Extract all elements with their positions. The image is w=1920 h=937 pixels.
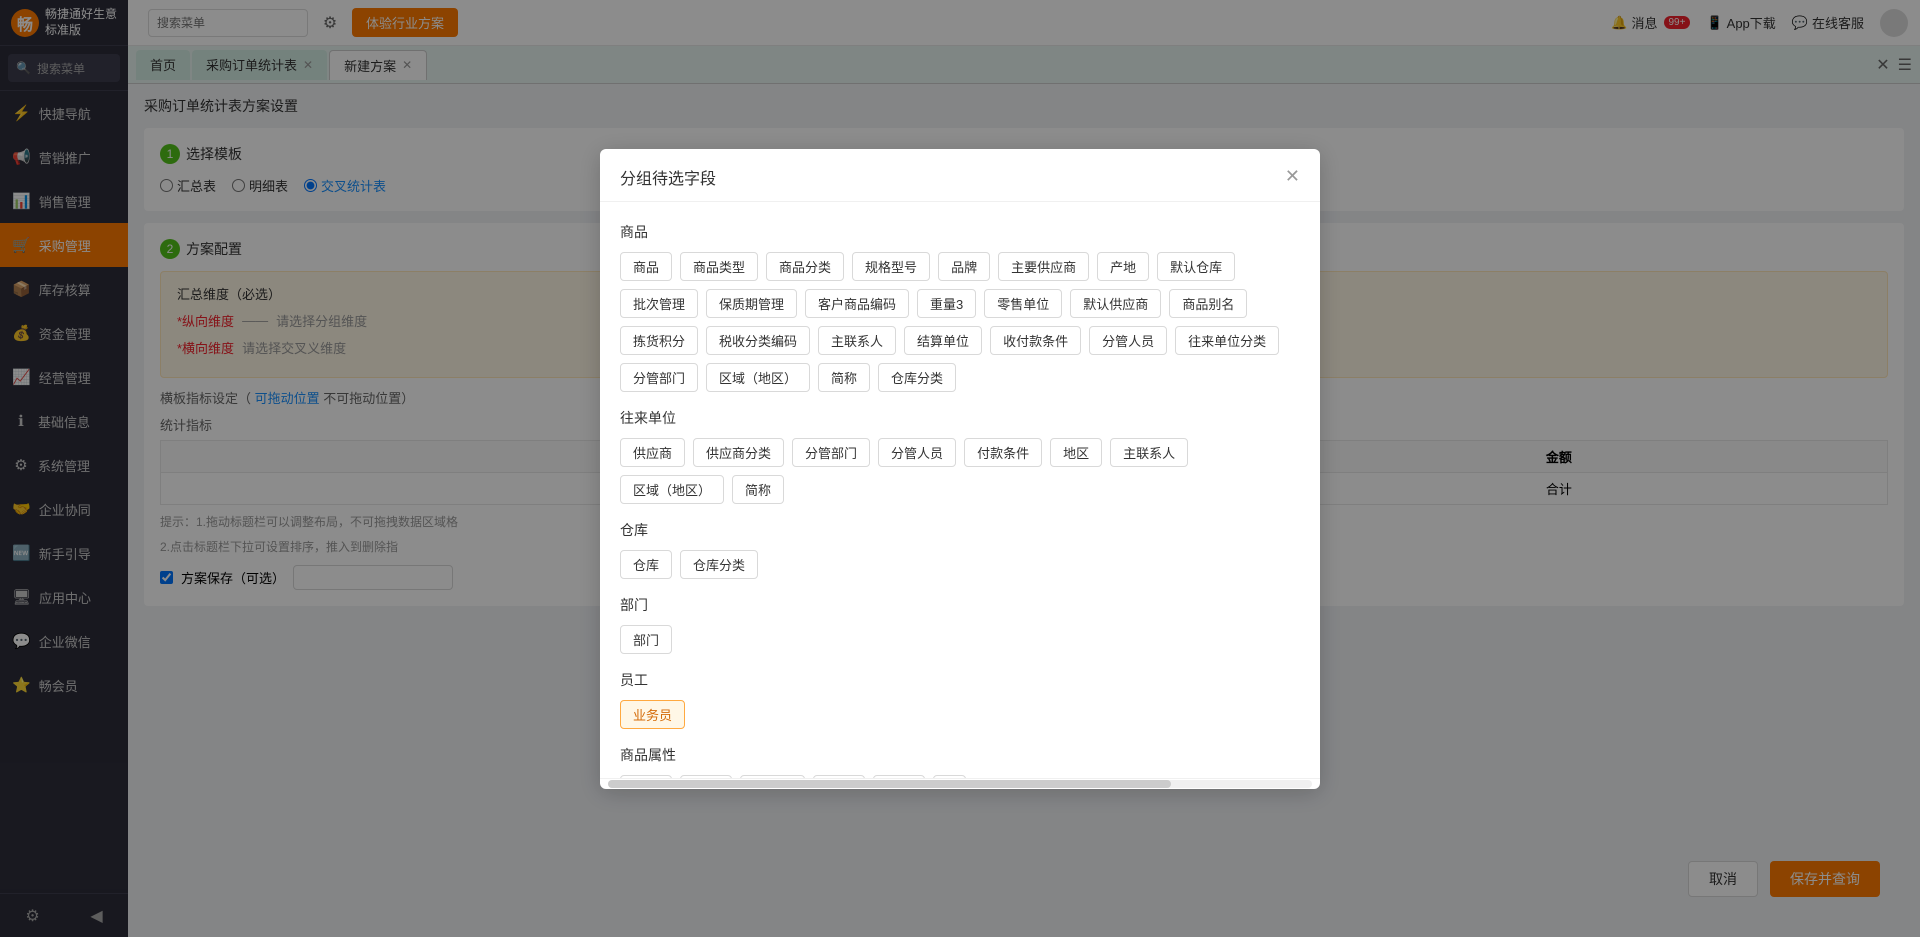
field-tag[interactable]: 结算单位	[904, 326, 982, 355]
field-tag[interactable]: 简称	[818, 363, 870, 392]
field-tag[interactable]: 区域（地区）	[706, 363, 810, 392]
field-section-往来单位: 往来单位供应商供应商分类分管部门分管人员付款条件地区主联系人区域（地区） 简称	[620, 408, 1300, 504]
field-tag[interactable]: 仓库分类	[680, 550, 758, 579]
scrollbar-thumb	[608, 780, 1171, 788]
field-tag[interactable]: 分管部门	[792, 438, 870, 467]
field-tag[interactable]: 往来单位分类	[1175, 326, 1279, 355]
field-tag[interactable]: 商品分类	[766, 252, 844, 281]
field-tag[interactable]: 规格型号	[852, 252, 930, 281]
field-tag[interactable]: 默认仓库	[1157, 252, 1235, 281]
modal-header: 分组待选字段 ✕	[600, 149, 1320, 202]
field-tags: 业务员	[620, 700, 1300, 729]
field-tag[interactable]: 商品	[620, 252, 672, 281]
field-tag[interactable]: 仓库分类	[878, 363, 956, 392]
field-tag[interactable]: 区域（地区）	[620, 475, 724, 504]
field-tag[interactable]: 业务员	[620, 700, 685, 729]
modal-close-button[interactable]: ✕	[1285, 166, 1300, 187]
field-tag[interactable]: 分管人员	[878, 438, 956, 467]
field-tag[interactable]: 批次管理	[620, 289, 698, 318]
field-tag[interactable]: 客户商品编码	[805, 289, 909, 318]
field-tag[interactable]: 主联系人	[818, 326, 896, 355]
field-tag[interactable]: 商品别名	[1169, 289, 1247, 318]
modal-scrollbar-area	[600, 778, 1320, 788]
modal-overlay: 分组待选字段 ✕ 商品商品商品类型商品分类规格型号品牌主要供应商产地默认仓库批次…	[0, 0, 1920, 937]
modal-title: 分组待选字段	[620, 165, 716, 189]
section-title: 商品属性	[620, 745, 1300, 765]
field-section-仓库: 仓库仓库仓库分类	[620, 520, 1300, 579]
field-tag[interactable]: 简称	[732, 475, 784, 504]
field-tag[interactable]: 默认供应商	[1070, 289, 1161, 318]
field-tag[interactable]: 主要供应商	[998, 252, 1089, 281]
field-section-商品属性: 商品属性属性颜色多规格尺码鞋码1	[620, 745, 1300, 779]
modal-dialog: 分组待选字段 ✕ 商品商品商品类型商品分类规格型号品牌主要供应商产地默认仓库批次…	[600, 149, 1320, 789]
field-tags: 供应商供应商分类分管部门分管人员付款条件地区主联系人区域（地区） 简称	[620, 438, 1300, 504]
field-tag[interactable]: 分管人员	[1089, 326, 1167, 355]
field-tag[interactable]: 供应商	[620, 438, 685, 467]
section-title: 部门	[620, 595, 1300, 615]
field-tag[interactable]: 商品类型	[680, 252, 758, 281]
modal-body: 商品商品商品类型商品分类规格型号品牌主要供应商产地默认仓库批次管理保质期管理客户…	[600, 202, 1320, 779]
field-tag[interactable]: 部门	[620, 625, 672, 654]
field-tag[interactable]: 收付款条件	[990, 326, 1081, 355]
field-tag[interactable]: 税收分类编码	[706, 326, 810, 355]
field-tag[interactable]: 产地	[1097, 252, 1149, 281]
field-tag[interactable]: 仓库	[620, 550, 672, 579]
field-section-部门: 部门部门	[620, 595, 1300, 654]
field-tag[interactable]: 主联系人	[1110, 438, 1188, 467]
section-title: 商品	[620, 222, 1300, 242]
section-title: 往来单位	[620, 408, 1300, 428]
field-tags: 商品商品类型商品分类规格型号品牌主要供应商产地默认仓库批次管理保质期管理客户商品…	[620, 252, 1300, 392]
field-tag[interactable]: 供应商分类	[693, 438, 784, 467]
field-tag[interactable]: 付款条件	[964, 438, 1042, 467]
section-title: 员工	[620, 670, 1300, 690]
field-tags: 仓库仓库分类	[620, 550, 1300, 579]
field-tags: 部门	[620, 625, 1300, 654]
field-tag[interactable]: 品牌	[938, 252, 990, 281]
field-tag[interactable]: 重量3	[917, 289, 976, 318]
field-tag[interactable]: 分管部门	[620, 363, 698, 392]
field-section-员工: 员工业务员	[620, 670, 1300, 729]
field-tag[interactable]: 保质期管理	[706, 289, 797, 318]
horizontal-scrollbar[interactable]	[608, 780, 1312, 788]
field-section-商品: 商品商品商品类型商品分类规格型号品牌主要供应商产地默认仓库批次管理保质期管理客户…	[620, 222, 1300, 392]
field-tag[interactable]: 拣货积分	[620, 326, 698, 355]
section-title: 仓库	[620, 520, 1300, 540]
field-tag[interactable]: 零售单位	[984, 289, 1062, 318]
field-tag[interactable]: 地区	[1050, 438, 1102, 467]
